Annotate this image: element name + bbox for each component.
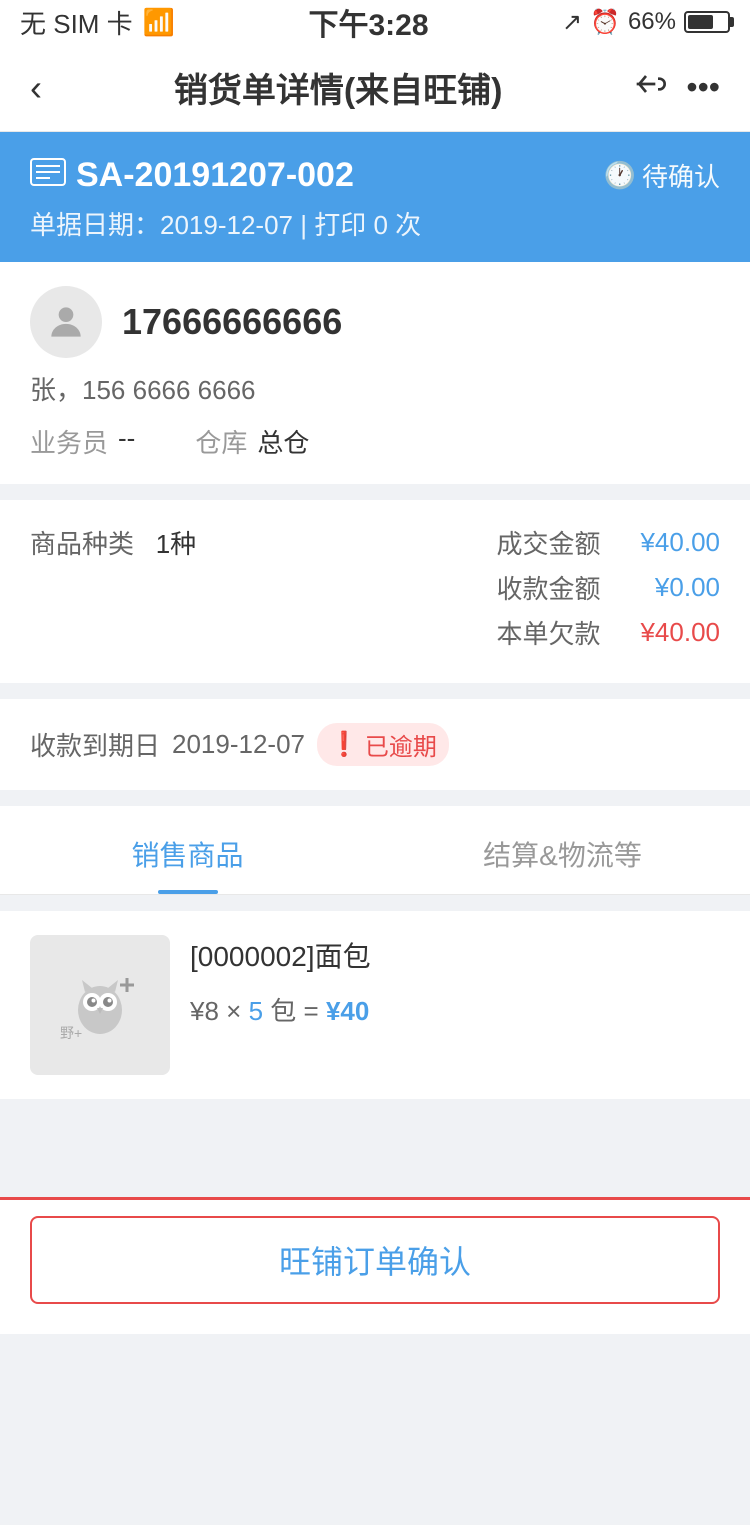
product-code: [0000002] [190,941,315,972]
deal-amount-value: ¥40.00 [640,527,720,558]
sales-value: -- [118,423,135,460]
received-amount-row: 收款金额 ¥0.00 [496,569,720,606]
nav-actions: ••• [634,68,720,108]
unit-price: ¥8 [190,996,219,1026]
tab-settlement-logistics[interactable]: 结算&物流等 [375,806,750,894]
deal-amount-row: 成交金额 ¥40.00 [496,524,720,561]
back-button[interactable]: ‹ [30,67,42,109]
clock-icon: 🕐 [604,160,636,191]
customer-meta: 业务员 -- 仓库 总仓 [30,423,720,460]
amount-summary: 成交金额 ¥40.00 收款金额 ¥0.00 本单欠款 ¥40.00 [496,524,720,659]
battery-icon [684,11,730,33]
status-right: ↗ ⏰ 66% [562,8,730,37]
carrier-text: 无 SIM 卡 [20,4,133,41]
total-price: ¥40 [326,996,369,1026]
product-name: [0000002]面包 [190,935,720,975]
order-date: 2019-12-07 [160,210,293,240]
avatar [30,286,102,358]
share-icon[interactable] [634,68,666,108]
product-title: 面包 [315,941,371,972]
order-icon [30,156,66,195]
customer-section: 17666666666 张，156 6666 6666 业务员 -- 仓库 总仓 [0,262,750,484]
product-thumbnail: 野+ [30,935,170,1075]
customer-phone: 17666666666 [122,301,342,343]
summary-section: 商品种类 1种 成交金额 ¥40.00 收款金额 ¥0.00 本单欠款 ¥40.… [0,500,750,683]
location-icon: ↗ [562,8,582,37]
due-amount-label: 本单欠款 [496,614,600,651]
date-label: 单据日期： [30,210,160,240]
equals-sign: = [304,996,326,1026]
multiply-sign: × [226,996,248,1026]
warehouse-label: 仓库 [195,423,247,460]
battery-percent: 66% [628,8,676,36]
received-amount-label: 收款金额 [496,569,600,606]
order-number: SA-20191207-002 [30,156,354,195]
order-header: SA-20191207-002 🕐 待确认 单据日期：2019-12-07 | … [0,132,750,262]
due-amount-row: 本单欠款 ¥40.00 [496,614,720,651]
nav-bar: ‹ 销货单详情(来自旺铺) ••• [0,44,750,132]
alarm-icon: ⏰ [590,8,620,37]
warehouse-info: 仓库 总仓 [195,423,309,460]
overdue-icon: ❗ [329,730,359,759]
product-item: 野+ [0000002]面包 ¥8 × 5 包 = ¥40 [0,911,750,1099]
deal-amount-label: 成交金额 [496,524,600,561]
due-date-section: 收款到期日 2019-12-07 ❗ 已逾期 [0,699,750,790]
status-left: 无 SIM 卡 📶 [20,4,175,41]
unit: 包 [270,996,296,1026]
due-amount-value: ¥40.00 [640,617,720,648]
time-display: 下午3:28 [308,0,428,44]
kind-label: 商品种类 [30,529,134,559]
status-bar: 无 SIM 卡 📶 下午3:28 ↗ ⏰ 66% [0,0,750,44]
order-status-badge: 🕐 待确认 [604,157,720,194]
sales-label: 业务员 [30,423,108,460]
product-price: ¥8 × 5 包 = ¥40 [190,991,720,1028]
due-label: 收款到期日 [30,726,160,763]
kind-count: 1种 [156,529,196,559]
tabs-container: 销售商品 结算&物流等 [0,806,750,895]
order-id: SA-20191207-002 [76,156,354,195]
order-meta: 单据日期：2019-12-07 | 打印 0 次 [30,205,720,242]
more-icon[interactable]: ••• [686,69,720,106]
product-kinds: 商品种类 1种 [30,524,196,561]
tab-sales-product[interactable]: 销售商品 [0,806,375,894]
wifi-icon: 📶 [143,7,175,38]
bottom-bar: 旺铺订单确认 [0,1197,750,1334]
product-details: [0000002]面包 ¥8 × 5 包 = ¥40 [190,935,720,1028]
sales-info: 业务员 -- [30,423,135,460]
confirm-order-button[interactable]: 旺铺订单确认 [30,1216,720,1304]
warehouse-value: 总仓 [257,423,309,460]
due-date-value: 2019-12-07 [172,729,305,760]
status-text: 待确认 [642,157,720,194]
quantity: 5 [249,996,263,1026]
page-title: 销货单详情(来自旺铺) [174,63,503,112]
overdue-text: 已逾期 [365,727,437,762]
received-amount-value: ¥0.00 [655,572,720,603]
overdue-badge: ❗ 已逾期 [317,723,449,766]
svg-text:野+: 野+ [60,1025,82,1040]
print-info: | 打印 0 次 [293,210,421,240]
customer-name: 张，156 6666 6666 [30,370,720,407]
